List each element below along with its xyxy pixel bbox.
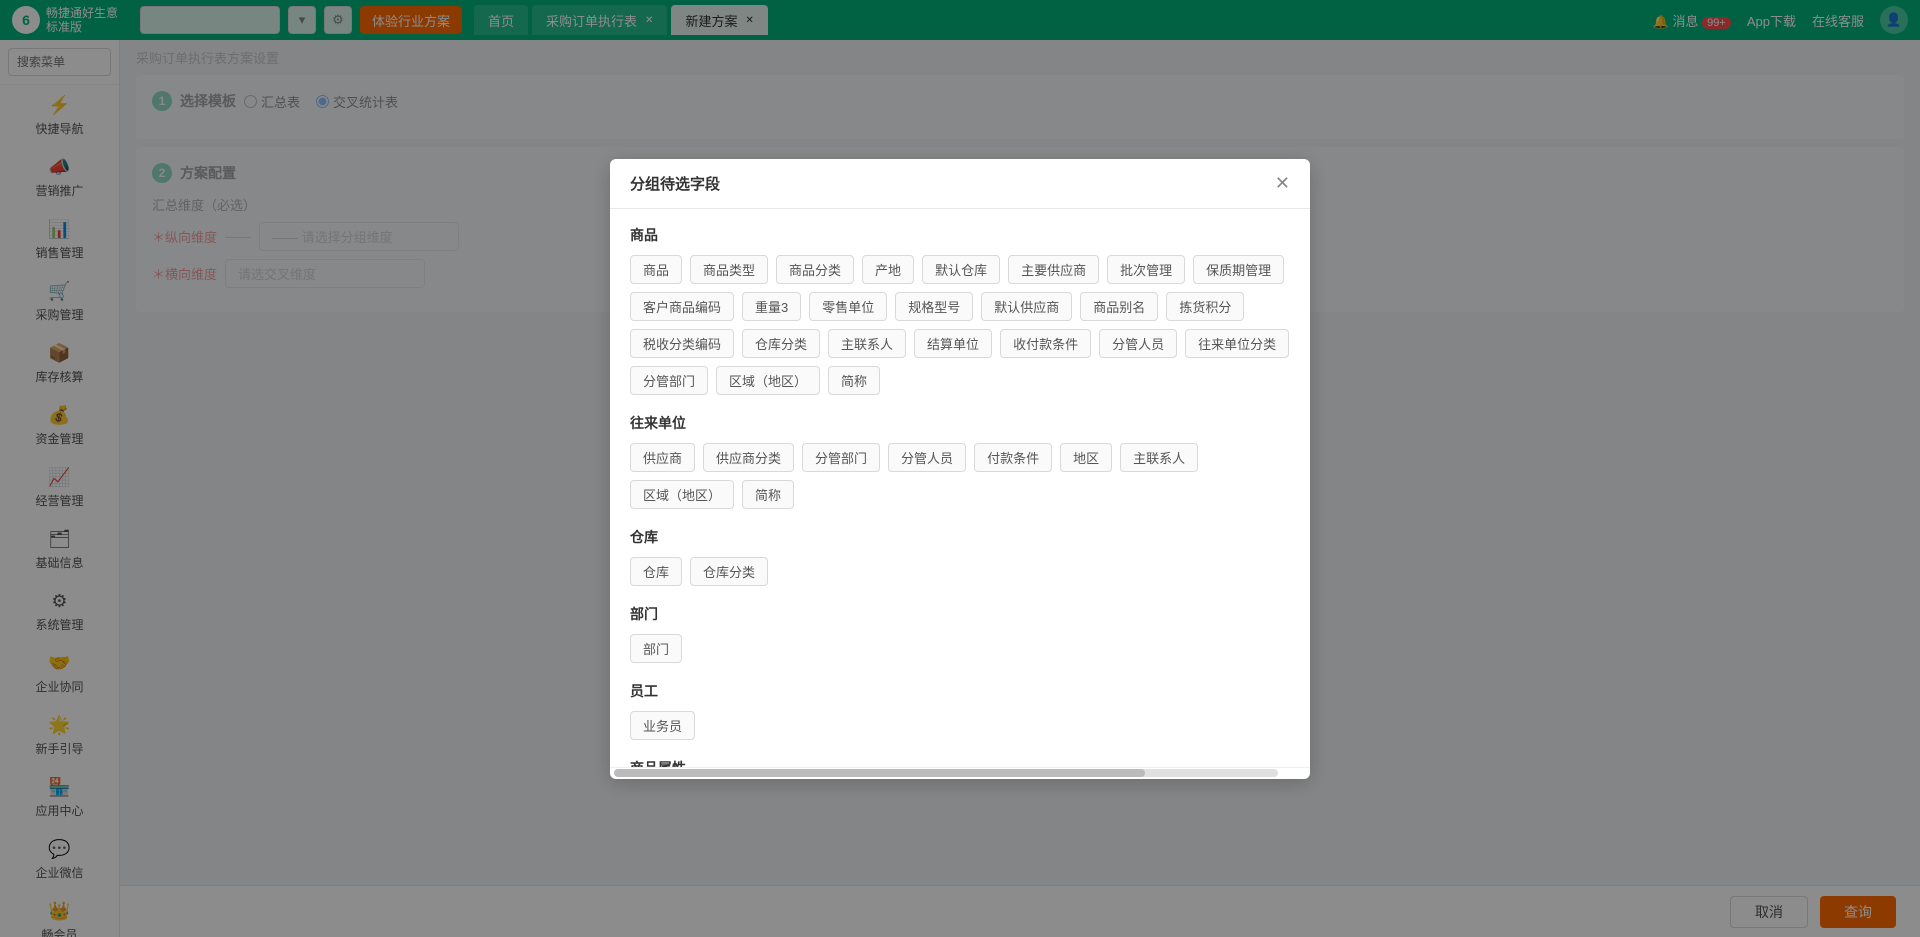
section-department-title: 部门 <box>630 604 1290 624</box>
field-tag-supplier-cat[interactable]: 供应商分类 <box>703 443 794 472</box>
field-tag-main-contact-partner[interactable]: 主联系人 <box>1120 443 1198 472</box>
section-employee-tags: 业务员 <box>630 711 1290 740</box>
field-tag-payment-cond[interactable]: 收付款条件 <box>1000 329 1091 358</box>
section-department-tags: 部门 <box>630 634 1290 663</box>
section-product-tags: 商品 商品类型 商品分类 产地 默认仓库 主要供应商 批次管理 保质期管理 客户… <box>630 255 1290 395</box>
field-tag-product-category[interactable]: 商品分类 <box>776 255 854 284</box>
field-tag-pay-cond[interactable]: 付款条件 <box>974 443 1052 472</box>
section-employee: 员工 业务员 <box>630 681 1290 740</box>
field-tag-customer-code[interactable]: 客户商品编码 <box>630 292 734 321</box>
section-partner-title: 往来单位 <box>630 413 1290 433</box>
field-tag-person-partner[interactable]: 分管人员 <box>888 443 966 472</box>
field-tag-abbr-product[interactable]: 简称 <box>828 366 880 395</box>
field-select-modal: 分组待选字段 ✕ 商品 商品 商品类型 商品分类 产地 默认仓库 主要供应商 批… <box>610 159 1310 779</box>
field-tag-department[interactable]: 部门 <box>630 634 682 663</box>
field-tag-area-partner[interactable]: 区域（地区） <box>630 480 734 509</box>
field-tag-region-product[interactable]: 区域（地区） <box>716 366 820 395</box>
field-tag-pick-points[interactable]: 拣货积分 <box>1166 292 1244 321</box>
field-tag-product-type[interactable]: 商品类型 <box>690 255 768 284</box>
field-tag-manager[interactable]: 分管人员 <box>1099 329 1177 358</box>
section-product-attr-title: 商品属性 <box>630 758 1290 767</box>
section-partner: 往来单位 供应商 供应商分类 分管部门 分管人员 付款条件 地区 主联系人 区域… <box>630 413 1290 509</box>
field-tag-batch-mgmt[interactable]: 批次管理 <box>1107 255 1185 284</box>
field-tag-tax-code[interactable]: 税收分类编码 <box>630 329 734 358</box>
field-tag-default-supplier[interactable]: 默认供应商 <box>981 292 1072 321</box>
section-partner-tags: 供应商 供应商分类 分管部门 分管人员 付款条件 地区 主联系人 区域（地区） … <box>630 443 1290 509</box>
field-tag-main-contact[interactable]: 主联系人 <box>828 329 906 358</box>
field-tag-default-warehouse[interactable]: 默认仓库 <box>922 255 1000 284</box>
modal-hscrollbar[interactable] <box>610 767 1310 779</box>
field-tag-supplier[interactable]: 供应商 <box>630 443 695 472</box>
section-department: 部门 部门 <box>630 604 1290 663</box>
field-tag-spec-model[interactable]: 规格型号 <box>895 292 973 321</box>
modal-overlay: 分组待选字段 ✕ 商品 商品 商品类型 商品分类 产地 默认仓库 主要供应商 批… <box>0 0 1920 937</box>
section-product: 商品 商品 商品类型 商品分类 产地 默认仓库 主要供应商 批次管理 保质期管理… <box>630 225 1290 395</box>
field-tag-sales-person[interactable]: 业务员 <box>630 711 695 740</box>
field-tag-origin[interactable]: 产地 <box>862 255 914 284</box>
field-tag-warehouse-category[interactable]: 仓库分类 <box>690 557 768 586</box>
field-tag-product[interactable]: 商品 <box>630 255 682 284</box>
field-tag-product-alias[interactable]: 商品别名 <box>1080 292 1158 321</box>
field-tag-dept-mgmt[interactable]: 分管部门 <box>630 366 708 395</box>
field-tag-weight3[interactable]: 重量3 <box>742 292 801 321</box>
field-tag-retail-unit[interactable]: 零售单位 <box>809 292 887 321</box>
field-tag-region-partner[interactable]: 地区 <box>1060 443 1112 472</box>
section-warehouse-tags: 仓库 仓库分类 <box>630 557 1290 586</box>
section-employee-title: 员工 <box>630 681 1290 701</box>
section-product-attr: 商品属性 属性 颜色 多规格 尺码 鞋码 1 <box>630 758 1290 767</box>
field-tag-warehouse-cat[interactable]: 仓库分类 <box>742 329 820 358</box>
field-tag-shelf-life[interactable]: 保质期管理 <box>1193 255 1284 284</box>
field-tag-settle-unit[interactable]: 结算单位 <box>914 329 992 358</box>
field-tag-partner-cat[interactable]: 往来单位分类 <box>1185 329 1289 358</box>
modal-close-btn[interactable]: ✕ <box>1275 173 1290 194</box>
field-tag-dept-partner[interactable]: 分管部门 <box>802 443 880 472</box>
field-tag-main-supplier[interactable]: 主要供应商 <box>1008 255 1099 284</box>
section-warehouse-title: 仓库 <box>630 527 1290 547</box>
modal-title: 分组待选字段 <box>630 173 720 194</box>
section-warehouse: 仓库 仓库 仓库分类 <box>630 527 1290 586</box>
modal-header: 分组待选字段 ✕ <box>610 159 1310 209</box>
section-product-title: 商品 <box>630 225 1290 245</box>
field-tag-warehouse[interactable]: 仓库 <box>630 557 682 586</box>
modal-body[interactable]: 商品 商品 商品类型 商品分类 产地 默认仓库 主要供应商 批次管理 保质期管理… <box>610 209 1310 767</box>
field-tag-abbr-partner[interactable]: 简称 <box>742 480 794 509</box>
